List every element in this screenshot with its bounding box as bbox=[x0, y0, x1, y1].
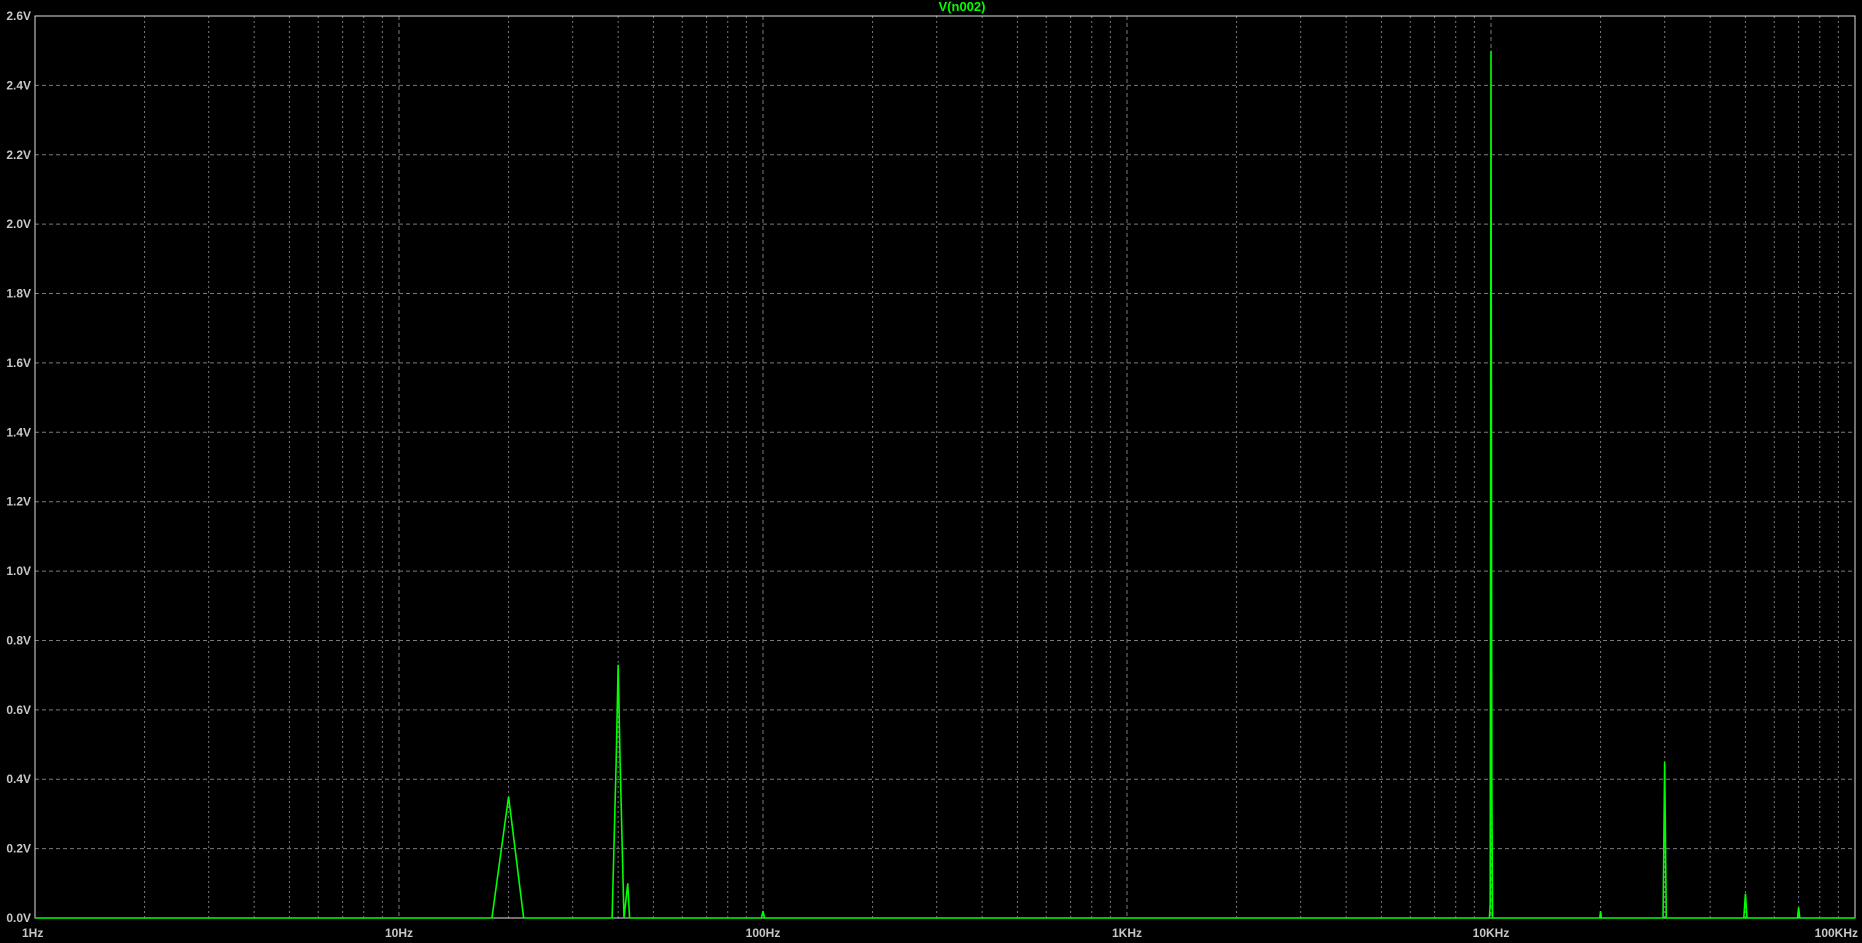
y-tick-label: 0.4V bbox=[6, 772, 31, 786]
y-tick-label: 0.8V bbox=[6, 633, 31, 647]
y-tick-label: 1.2V bbox=[6, 495, 31, 509]
y-tick-label: 1.0V bbox=[6, 564, 31, 578]
x-tick-label: 1Hz bbox=[22, 926, 43, 940]
y-tick-label: 1.6V bbox=[6, 356, 31, 370]
y-tick-label: 1.8V bbox=[6, 287, 31, 301]
y-tick-label: 0.6V bbox=[6, 703, 31, 717]
x-tick-label: 1KHz bbox=[1112, 926, 1142, 940]
y-tick-label: 2.6V bbox=[6, 9, 31, 23]
y-tick-label: 1.4V bbox=[6, 425, 31, 439]
x-tick-label: 100KHz bbox=[1815, 926, 1858, 940]
fft-plot[interactable]: 1Hz 10Hz 100Hz 1KHz 10KHz 100KHz 0.0V 0.2V 0.4V… bbox=[0, 0, 1862, 943]
trace-title[interactable]: V(n002) bbox=[939, 0, 986, 14]
y-tick-label: 2.4V bbox=[6, 78, 31, 92]
x-tick-label: 10Hz bbox=[385, 926, 413, 940]
plot-background bbox=[0, 0, 1862, 943]
y-tick-label: 0.2V bbox=[6, 842, 31, 856]
y-tick-label: 0.0V bbox=[6, 911, 31, 925]
y-tick-label: 2.0V bbox=[6, 217, 31, 231]
x-tick-label: 100Hz bbox=[746, 926, 781, 940]
x-tick-label: 10KHz bbox=[1473, 926, 1510, 940]
y-tick-label: 2.2V bbox=[6, 148, 31, 162]
